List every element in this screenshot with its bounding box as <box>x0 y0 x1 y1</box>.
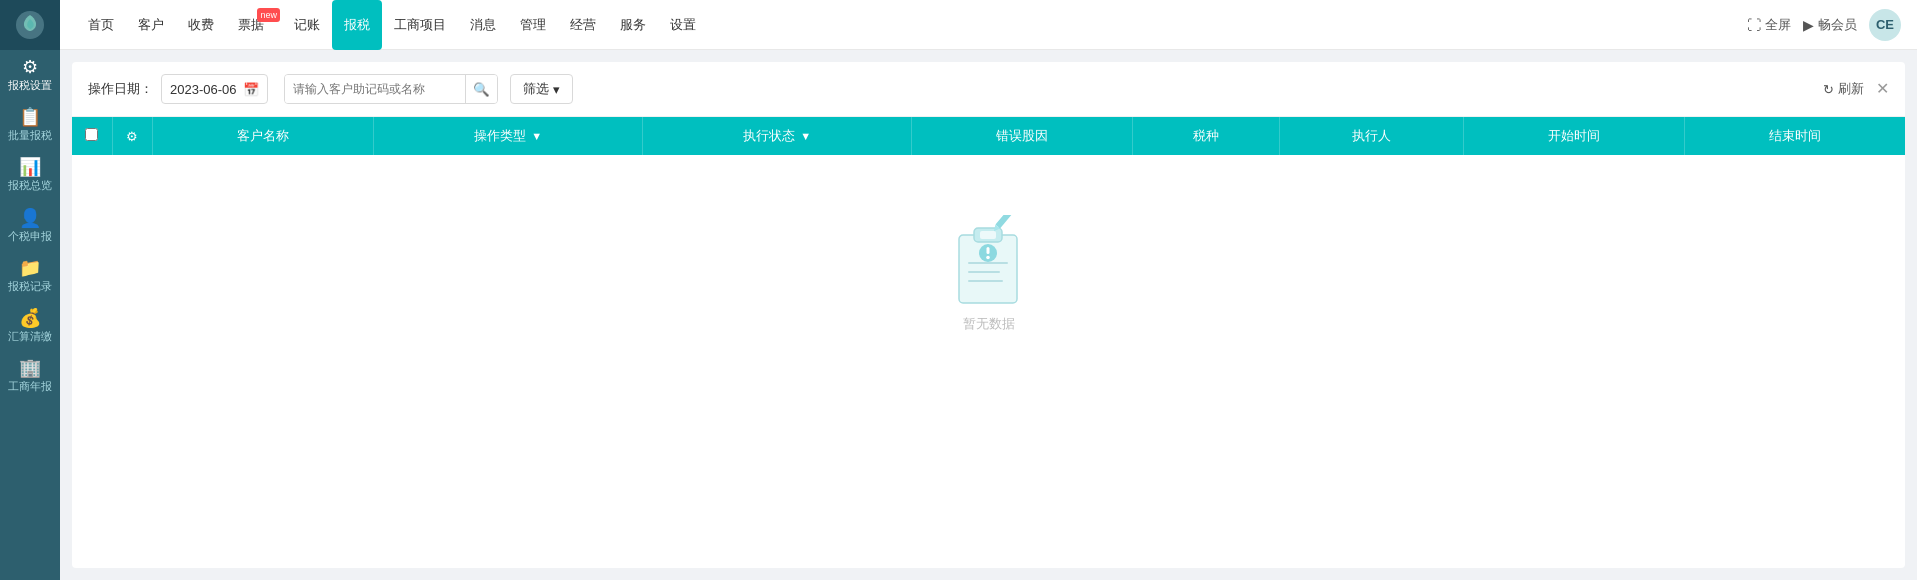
search-box: 🔍 <box>284 74 498 104</box>
nav-guanli[interactable]: 管理 <box>508 0 558 50</box>
nav-baoshui[interactable]: 报税 <box>332 0 382 50</box>
sidebar-item-label: 个税申报 <box>8 230 52 243</box>
sidebar-item-baoshuizonglan[interactable]: 📊 报税总览 <box>0 150 60 200</box>
th-error-reason: 错误股因 <box>911 117 1132 155</box>
calendar-icon: 📅 <box>243 82 259 97</box>
member-button[interactable]: ▶ 畅会员 <box>1803 16 1857 34</box>
th-checkbox[interactable] <box>72 117 112 155</box>
empty-text: 暂无数据 <box>963 315 1015 333</box>
settings-icon: ⚙ <box>22 58 38 76</box>
sidebar-item-geshushenb[interactable]: 👤 个税申报 <box>0 201 60 251</box>
nav-home[interactable]: 首页 <box>76 0 126 50</box>
batch-icon: 📋 <box>19 108 41 126</box>
search-button[interactable]: 🔍 <box>465 74 497 104</box>
fullscreen-button[interactable]: ⛶ 全屏 <box>1747 16 1791 34</box>
th-tax-type: 税种 <box>1133 117 1280 155</box>
date-picker[interactable]: 2023-06-06 📅 <box>161 74 268 104</box>
nav-shoufei[interactable]: 收费 <box>176 0 226 50</box>
nav-jingying[interactable]: 经营 <box>558 0 608 50</box>
empty-state: 暂无数据 <box>72 155 1905 393</box>
svg-rect-3 <box>980 231 996 239</box>
empty-illustration <box>944 215 1034 315</box>
filter-icon: ▼ <box>531 130 542 142</box>
th-start-time: 开始时间 <box>1463 117 1684 155</box>
close-button[interactable]: ✕ <box>1876 81 1889 97</box>
table-header: ⚙ 客户名称 操作类型 ▼ 执行状态 ▼ <box>72 117 1905 155</box>
filter-icon: ▼ <box>800 130 811 142</box>
search-icon: 🔍 <box>473 82 490 97</box>
sidebar-item-gongshangnianbao[interactable]: 🏢 工商年报 <box>0 351 60 401</box>
th-customer-name: 客户名称 <box>152 117 373 155</box>
refresh-icon: ↻ <box>1823 82 1834 97</box>
th-exec-status[interactable]: 执行状态 ▼ <box>642 117 911 155</box>
th-executor: 执行人 <box>1279 117 1463 155</box>
data-table: ⚙ 客户名称 操作类型 ▼ 执行状态 ▼ <box>72 117 1905 393</box>
table-wrapper: ⚙ 客户名称 操作类型 ▼ 执行状态 ▼ <box>72 117 1905 568</box>
close-icon: ✕ <box>1876 80 1889 97</box>
sidebar-item-label: 报税设置 <box>8 79 52 92</box>
sidebar-item-label: 报税记录 <box>8 280 52 293</box>
sidebar-item-piliangbaoshui[interactable]: 📋 批量报税 <box>0 100 60 150</box>
overview-icon: 📊 <box>19 158 41 176</box>
toolbar-right: ↻ 刷新 ✕ <box>1823 80 1889 98</box>
video-icon: ▶ <box>1803 17 1814 33</box>
toolbar: 操作日期： 2023-06-06 📅 🔍 筛选 ▾ ↻ <box>72 62 1905 117</box>
refresh-button[interactable]: ↻ 刷新 <box>1823 80 1864 98</box>
chevron-down-icon: ▾ <box>553 82 560 97</box>
nav-fuwu[interactable]: 服务 <box>608 0 658 50</box>
sidebar-item-baoshuijilu[interactable]: 📁 报税记录 <box>0 251 60 301</box>
page-panel: 操作日期： 2023-06-06 📅 🔍 筛选 ▾ ↻ <box>72 62 1905 568</box>
svg-point-9 <box>986 256 990 260</box>
sidebar-item-label: 汇算清缴 <box>8 330 52 343</box>
record-icon: 📁 <box>19 259 41 277</box>
th-operation-type[interactable]: 操作类型 ▼ <box>373 117 642 155</box>
sidebar-logo <box>0 0 60 50</box>
settings-icon: ⚙ <box>126 129 138 144</box>
table-body: 暂无数据 <box>72 155 1905 393</box>
money-icon: 💰 <box>19 309 41 327</box>
date-label: 操作日期： <box>88 80 153 98</box>
nav-gongshang[interactable]: 工商项目 <box>382 0 458 50</box>
search-input[interactable] <box>285 75 465 103</box>
avatar[interactable]: CE <box>1869 9 1901 41</box>
person-icon: 👤 <box>19 209 41 227</box>
main-area: 首页 客户 收费 票据 new 记账 报税 工商项目 消息 管理 经营 <box>60 0 1917 580</box>
th-end-time: 结束时间 <box>1685 117 1905 155</box>
sidebar-item-label: 批量报税 <box>8 129 52 142</box>
top-nav: 首页 客户 收费 票据 new 记账 报税 工商项目 消息 管理 经营 <box>60 0 1917 50</box>
svg-rect-10 <box>995 215 1012 228</box>
content-area: 操作日期： 2023-06-06 📅 🔍 筛选 ▾ ↻ <box>60 50 1917 580</box>
sidebar-item-label: 工商年报 <box>8 380 52 393</box>
svg-rect-8 <box>986 247 989 254</box>
fullscreen-icon: ⛶ <box>1747 17 1761 33</box>
filter-button[interactable]: 筛选 ▾ <box>510 74 573 104</box>
sidebar: ⚙ 报税设置 📋 批量报税 📊 报税总览 👤 个税申报 📁 报税记录 💰 汇算清… <box>0 0 60 580</box>
sidebar-item-huisuanqingchu[interactable]: 💰 汇算清缴 <box>0 301 60 351</box>
sidebar-item-baoshuishezhi[interactable]: ⚙ 报税设置 <box>0 50 60 100</box>
nav-piaoju[interactable]: 票据 new <box>226 0 282 50</box>
select-all-checkbox[interactable] <box>85 128 98 141</box>
nav-customer[interactable]: 客户 <box>126 0 176 50</box>
new-badge: new <box>257 8 280 22</box>
building-icon: 🏢 <box>19 359 41 377</box>
nav-jizhang[interactable]: 记账 <box>282 0 332 50</box>
th-settings[interactable]: ⚙ <box>112 117 152 155</box>
nav-shezhi[interactable]: 设置 <box>658 0 708 50</box>
nav-xiaoxi[interactable]: 消息 <box>458 0 508 50</box>
sidebar-item-label: 报税总览 <box>8 179 52 192</box>
topnav-right: ⛶ 全屏 ▶ 畅会员 CE <box>1747 9 1901 41</box>
